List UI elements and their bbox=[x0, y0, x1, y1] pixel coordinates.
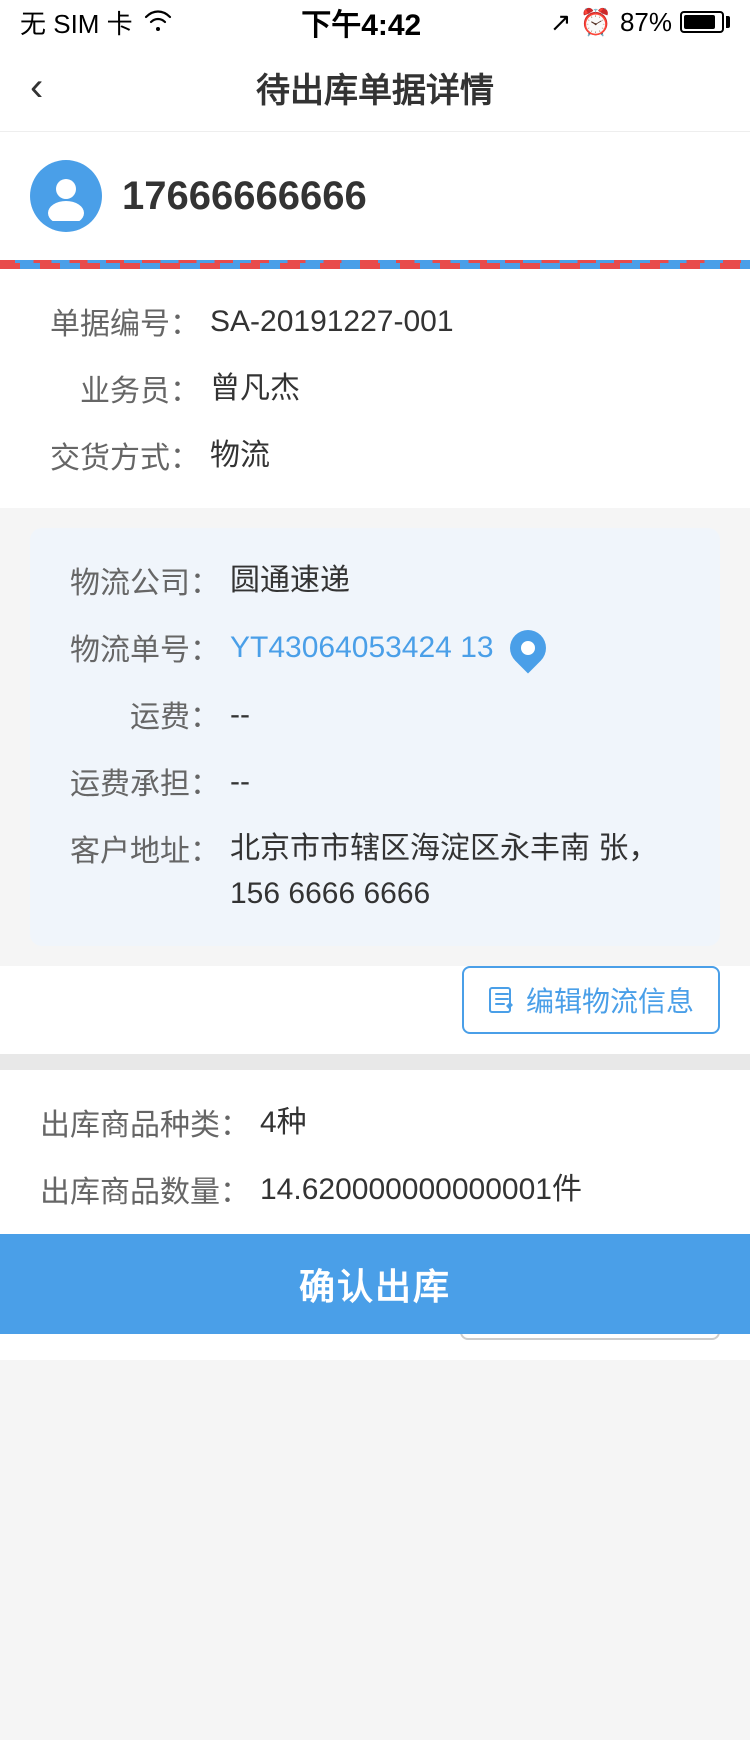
separator bbox=[0, 1054, 750, 1070]
person-icon bbox=[41, 171, 91, 221]
doc-number-value: SA-20191227-001 bbox=[200, 299, 710, 344]
goods-type-value: 4种 bbox=[250, 1100, 710, 1145]
edit-logistics-label: 编辑物流信息 bbox=[526, 980, 694, 1020]
order-info-section: 单据编号： SA-20191227-001 业务员： 曾凡杰 交货方式： 物流 bbox=[0, 269, 750, 508]
status-carrier: 无 SIM 卡 bbox=[20, 4, 173, 41]
goods-section: 出库商品种类： 4种 出库商品数量： 14.620000000000001件 bbox=[0, 1070, 750, 1242]
logistics-card: 物流公司： 圆通速递 物流单号： YT43064053424 13 运费： --… bbox=[30, 528, 720, 946]
freight-label: 运费： bbox=[60, 692, 220, 736]
goods-quantity-label: 出库商品数量： bbox=[40, 1167, 250, 1211]
avatar bbox=[30, 160, 102, 232]
address-value: 北京市市辖区海淀区永丰南 张，156 6666 6666 bbox=[220, 826, 690, 916]
salesperson-label: 业务员： bbox=[40, 366, 200, 410]
customer-phone: 17666666666 bbox=[122, 174, 367, 219]
goods-quantity-row: 出库商品数量： 14.620000000000001件 bbox=[40, 1167, 710, 1212]
freight-bearer-value: -- bbox=[220, 759, 690, 804]
goods-type-row: 出库商品种类： 4种 bbox=[40, 1100, 710, 1145]
tracking-label: 物流单号： bbox=[60, 625, 220, 669]
address-label: 客户地址： bbox=[60, 826, 220, 870]
alarm-icon: ⏰ bbox=[580, 7, 612, 38]
edit-icon bbox=[488, 986, 516, 1014]
battery-percent: 87% bbox=[620, 7, 672, 38]
delivery-value: 物流 bbox=[200, 433, 710, 478]
wifi-icon bbox=[143, 7, 173, 38]
logistics-company-row: 物流公司： 圆通速递 bbox=[60, 558, 690, 603]
doc-number-label: 单据编号： bbox=[40, 299, 200, 343]
page-title: 待出库单据详情 bbox=[256, 63, 494, 112]
address-row: 客户地址： 北京市市辖区海淀区永丰南 张，156 6666 6666 bbox=[60, 826, 690, 916]
logistics-company-value: 圆通速递 bbox=[220, 558, 690, 603]
nav-bar: ‹ 待出库单据详情 bbox=[0, 44, 750, 132]
doc-number-row: 单据编号： SA-20191227-001 bbox=[40, 299, 710, 344]
location-icon: ↗ bbox=[550, 7, 572, 38]
goods-type-label: 出库商品种类： bbox=[40, 1100, 250, 1144]
tracking-row: 物流单号： YT43064053424 13 bbox=[60, 625, 690, 670]
battery-icon bbox=[680, 11, 730, 33]
goods-quantity-value: 14.620000000000001件 bbox=[250, 1167, 710, 1212]
back-button[interactable]: ‹ bbox=[30, 65, 43, 110]
status-time: 下午4:42 bbox=[301, 0, 421, 44]
freight-bearer-row: 运费承担： -- bbox=[60, 759, 690, 804]
freight-row: 运费： -- bbox=[60, 692, 690, 737]
edit-btn-row: 编辑物流信息 bbox=[0, 966, 750, 1054]
status-bar: 无 SIM 卡 下午4:42 ↗ ⏰ 87% bbox=[0, 0, 750, 44]
confirm-button[interactable]: 确认出库 bbox=[0, 1234, 750, 1334]
logistics-company-label: 物流公司： bbox=[60, 558, 220, 602]
empty-space bbox=[0, 1360, 750, 1640]
location-pin-icon[interactable] bbox=[502, 622, 553, 673]
delivery-row: 交货方式： 物流 bbox=[40, 433, 710, 478]
freight-value: -- bbox=[220, 692, 690, 737]
salesperson-row: 业务员： 曾凡杰 bbox=[40, 366, 710, 411]
customer-header: 17666666666 bbox=[0, 132, 750, 263]
salesperson-value: 曾凡杰 bbox=[200, 366, 710, 411]
status-icons: ↗ ⏰ 87% bbox=[550, 7, 730, 38]
tracking-value: YT43064053424 13 bbox=[220, 625, 690, 670]
freight-bearer-label: 运费承担： bbox=[60, 759, 220, 803]
delivery-label: 交货方式： bbox=[40, 433, 200, 477]
confirm-button-label: 确认出库 bbox=[299, 1258, 451, 1310]
edit-logistics-button[interactable]: 编辑物流信息 bbox=[462, 966, 720, 1034]
no-sim-text: 无 SIM 卡 bbox=[20, 4, 133, 41]
tracking-number-text: YT43064053424 13 bbox=[230, 625, 494, 670]
